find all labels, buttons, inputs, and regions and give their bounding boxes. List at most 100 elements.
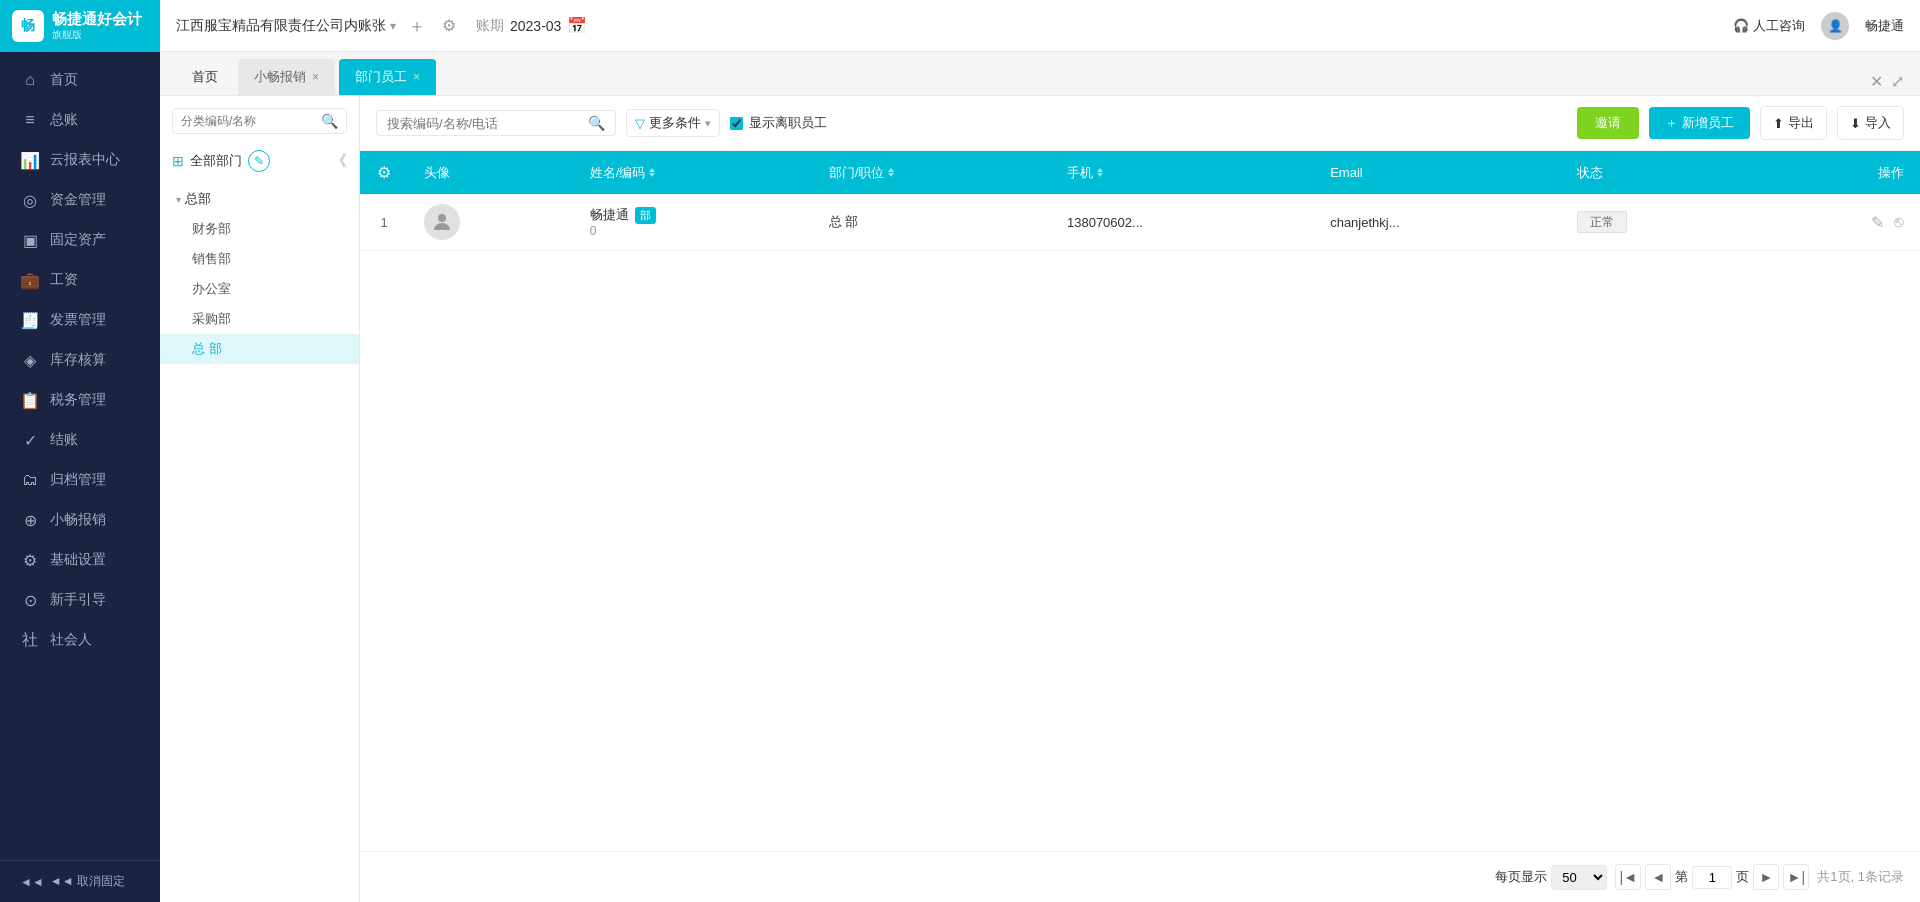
filter-label: 更多条件 <box>649 114 701 132</box>
sidebar-item-settlement[interactable]: ✓ 结账 <box>0 420 160 460</box>
dept-item-finance[interactable]: 财务部 <box>160 214 359 244</box>
search-icon[interactable]: 🔍 <box>588 115 605 131</box>
invoice-icon: 🧾 <box>20 310 40 330</box>
sidebar-item-settings[interactable]: ⚙ 基础设置 <box>0 540 160 580</box>
person-icon <box>430 210 454 234</box>
sidebar-item-account[interactable]: 社 社会人 <box>0 620 160 660</box>
tab-close-all-icon[interactable]: ✕ <box>1870 72 1883 91</box>
account-icon: 社 <box>20 630 40 650</box>
row-actions: ✎ ⎋ <box>1761 194 1920 251</box>
topbar-company[interactable]: 江西服宝精品有限责任公司内账张 ▾ <box>176 17 396 35</box>
sidebar-item-guide[interactable]: ⊙ 新手引导 <box>0 580 160 620</box>
sidebar-item-label: 税务管理 <box>50 391 106 409</box>
show-resigned-checkbox[interactable]: 显示离职员工 <box>730 114 827 132</box>
calendar-icon[interactable]: 📅 <box>567 16 587 35</box>
export-icon: ⬆ <box>1773 116 1784 131</box>
tab-home[interactable]: 首页 <box>176 59 234 95</box>
filter-icon: ▽ <box>635 116 645 131</box>
sidebar-item-label: 资金管理 <box>50 191 106 209</box>
export-button[interactable]: ⬆ 导出 <box>1760 106 1827 140</box>
sidebar-item-expense[interactable]: ⊕ 小畅报销 <box>0 500 160 540</box>
dept-item-general[interactable]: 总 部 <box>160 334 359 364</box>
sidebar-item-inventory[interactable]: ◈ 库存核算 <box>0 340 160 380</box>
service-button[interactable]: 🎧 人工咨询 <box>1733 17 1805 35</box>
dept-search: 🔍 <box>172 108 347 134</box>
close-icon[interactable]: × <box>312 70 319 84</box>
show-resigned-input[interactable] <box>730 117 743 130</box>
add-employee-button[interactable]: ＋ 新增员工 <box>1649 107 1750 139</box>
right-panel: 🔍 ▽ 更多条件 ▾ 显示离职员工 邀请 ＋ 新增员工 ⬆ 导出 ⬇ <box>360 96 1920 902</box>
import-label: 导入 <box>1865 114 1891 132</box>
topbar-period: 账期 2023-03 📅 <box>476 16 587 35</box>
dept-item-purchase[interactable]: 采购部 <box>160 304 359 334</box>
tab-expand-icon[interactable]: ⤢ <box>1891 72 1904 91</box>
col-name[interactable]: 姓名/编码 <box>574 151 813 194</box>
row-dept: 总 部 <box>813 194 1051 251</box>
sidebar-item-label: 云报表中心 <box>50 151 120 169</box>
invite-button[interactable]: 邀请 <box>1577 107 1639 139</box>
sidebar-item-tax[interactable]: 📋 税务管理 <box>0 380 160 420</box>
sidebar-item-home[interactable]: ⌂ 首页 <box>0 60 160 100</box>
avatar: 👤 <box>1821 12 1849 40</box>
sidebar-item-ledger[interactable]: ≡ 总账 <box>0 100 160 140</box>
logout-icon[interactable]: ⎋ <box>1894 213 1904 232</box>
last-page-button[interactable]: ►| <box>1783 864 1809 890</box>
import-icon: ⬇ <box>1850 116 1861 131</box>
page-total: 共1页, 1条记录 <box>1817 868 1904 886</box>
table-settings-icon[interactable]: ⚙ <box>377 164 391 181</box>
col-phone[interactable]: 手机 <box>1051 151 1314 194</box>
row-email: chanjethkj... <box>1314 194 1561 251</box>
dept-edit-button[interactable]: ✎ <box>248 150 270 172</box>
guide-icon: ⊙ <box>20 590 40 610</box>
col-dept[interactable]: 部门/职位 <box>813 151 1051 194</box>
dept-item-sales[interactable]: 销售部 <box>160 244 359 274</box>
dept-group-label: 总部 <box>185 190 211 208</box>
add-employee-label: 新增员工 <box>1682 114 1734 132</box>
sidebar-item-salary[interactable]: 💼 工资 <box>0 260 160 300</box>
employee-table-wrap: ⚙ 头像 姓名/编码 <box>360 151 1920 851</box>
sidebar-item-reports[interactable]: 📊 云报表中心 <box>0 140 160 180</box>
sort-dept-icon <box>888 168 894 177</box>
employee-table: ⚙ 头像 姓名/编码 <box>360 151 1920 251</box>
import-button[interactable]: ⬇ 导入 <box>1837 106 1904 140</box>
sidebar-item-label: 基础设置 <box>50 551 106 569</box>
close-icon[interactable]: × <box>413 70 420 84</box>
sidebar-nav: ⌂ 首页 ≡ 总账 📊 云报表中心 ◎ 资金管理 ▣ 固定资产 💼 工资 🧾 发… <box>0 52 160 860</box>
settings-gear-icon[interactable]: ⚙ <box>438 12 460 39</box>
dept-tree: ▾ 总部 财务部 销售部 办公室 采购部 总 部 <box>160 180 359 368</box>
add-company-button[interactable]: ＋ <box>404 10 430 42</box>
dept-all-item[interactable]: ⊞ 全部部门 ✎ 《 <box>160 142 359 180</box>
edit-icon[interactable]: ✎ <box>1871 213 1884 232</box>
tab-expense[interactable]: 小畅报销 × <box>238 59 335 95</box>
tab-expense-label: 小畅报销 <box>254 68 306 86</box>
row-status: 正常 <box>1561 194 1761 251</box>
settings-icon: ⚙ <box>20 550 40 570</box>
tax-icon: 📋 <box>20 390 40 410</box>
pin-icon: ◄◄ <box>20 875 44 889</box>
sort-phone-icon <box>1097 168 1103 177</box>
sidebar-item-invoice[interactable]: 🧾 发票管理 <box>0 300 160 340</box>
dept-search-input[interactable] <box>181 114 317 128</box>
main-content: 🔍 ⊞ 全部部门 ✎ 《 ▾ 总部 财务部 销售部 办公室 采购部 总 部 🔍 <box>160 96 1920 902</box>
sidebar-pin-toggle[interactable]: ◄◄ ◄◄ 取消固定 <box>0 860 160 902</box>
page-number-input[interactable] <box>1692 866 1732 889</box>
employee-code: 0 <box>590 224 797 238</box>
first-page-button[interactable]: |◄ <box>1615 864 1641 890</box>
dept-item-office[interactable]: 办公室 <box>160 274 359 304</box>
username[interactable]: 畅捷通 <box>1865 17 1904 35</box>
search-icon[interactable]: 🔍 <box>321 113 338 129</box>
sidebar-item-archive[interactable]: 🗂 归档管理 <box>0 460 160 500</box>
page-size-dropdown[interactable]: 50 100 200 <box>1551 865 1607 890</box>
prev-page-button[interactable]: ◄ <box>1645 864 1671 890</box>
collapse-icon[interactable]: 《 <box>331 151 347 172</box>
sort-name-icon <box>649 168 655 177</box>
employee-search-input[interactable] <box>387 116 582 131</box>
sidebar-item-fixed-assets[interactable]: ▣ 固定资产 <box>0 220 160 260</box>
sidebar-item-label: 新手引导 <box>50 591 106 609</box>
dept-group-head: ▾ 总部 <box>160 184 359 214</box>
tab-dept-employees[interactable]: 部门员工 × <box>339 59 436 95</box>
reports-icon: 📊 <box>20 150 40 170</box>
next-page-button[interactable]: ► <box>1753 864 1779 890</box>
filter-button[interactable]: ▽ 更多条件 ▾ <box>626 109 720 137</box>
sidebar-item-funds[interactable]: ◎ 资金管理 <box>0 180 160 220</box>
